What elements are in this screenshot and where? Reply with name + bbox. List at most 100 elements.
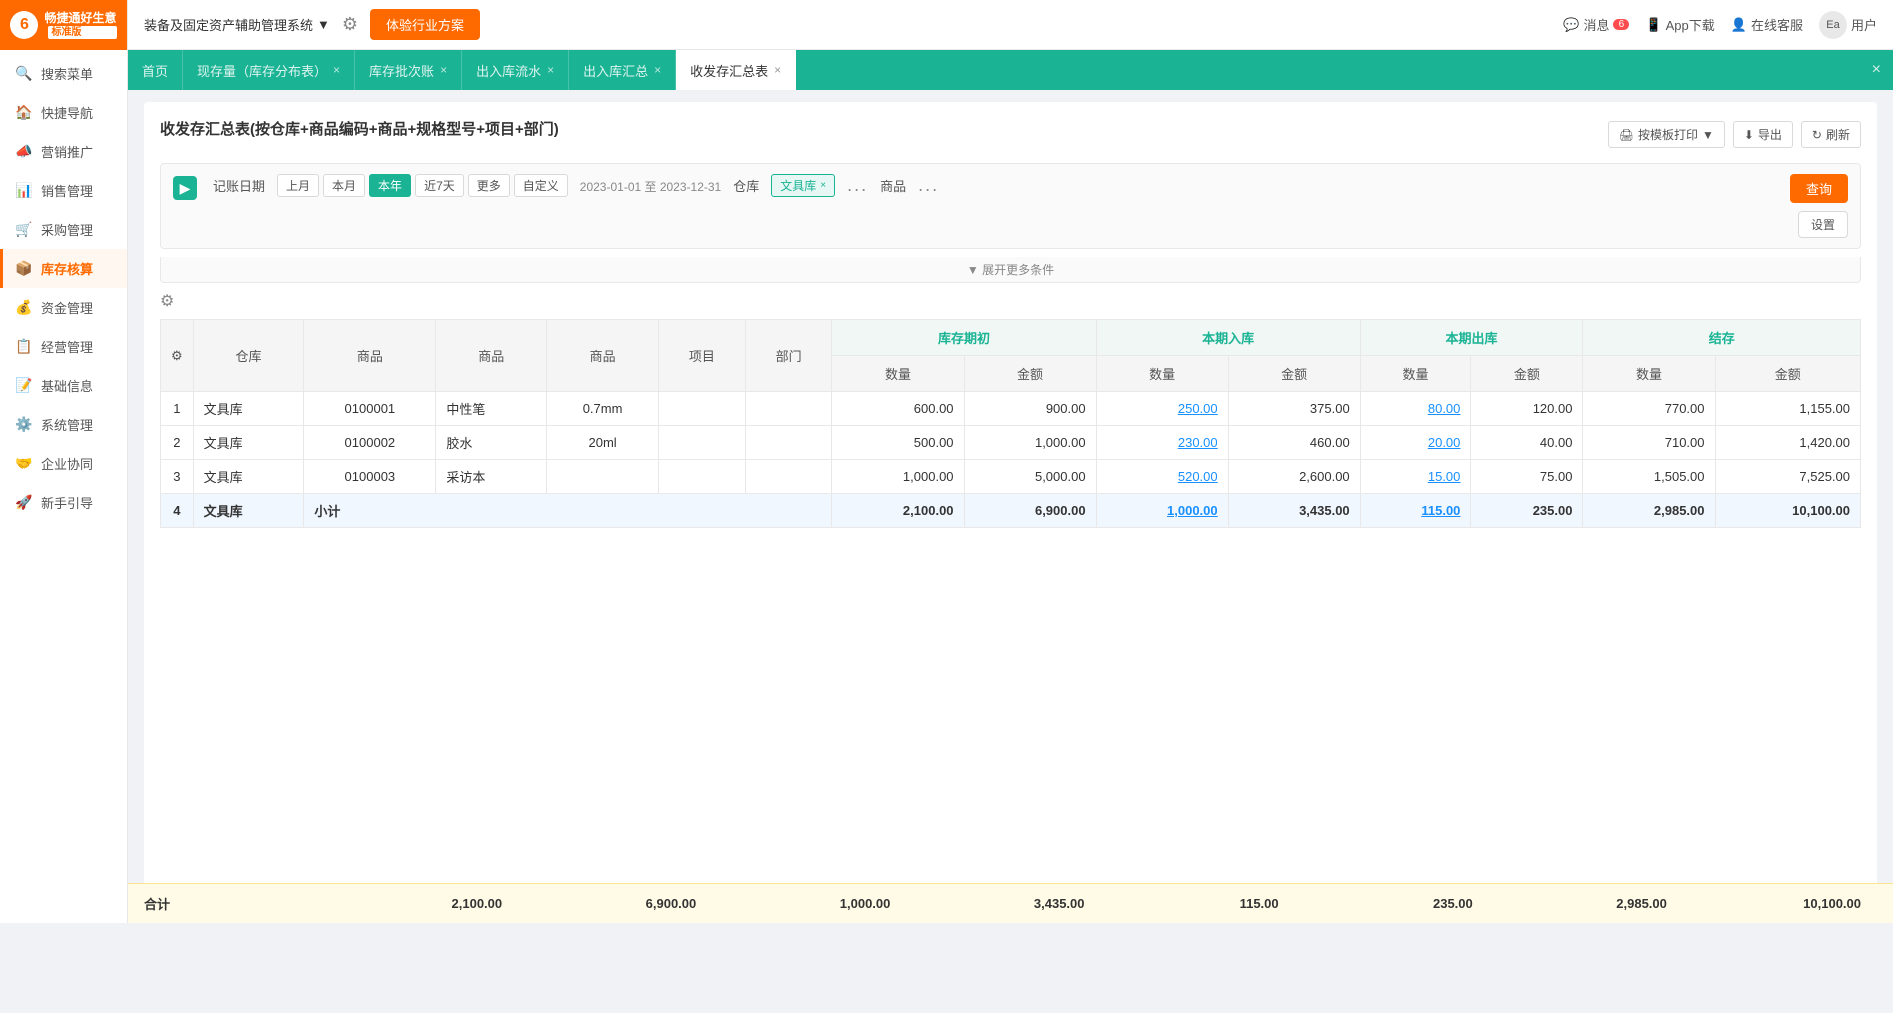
tab-batch-close[interactable]: ×	[440, 63, 447, 77]
warehouse-tag-close[interactable]: ×	[820, 180, 826, 191]
trial-button[interactable]: 体验行业方案	[370, 9, 480, 40]
warehouse-tag: 文具库 ×	[771, 174, 835, 197]
sidebar-item-purchase[interactable]: 🛒 采购管理	[0, 210, 127, 249]
tab-flow-label: 出入库流水	[476, 61, 541, 80]
messages-item[interactable]: 💬 消息 6	[1563, 15, 1629, 34]
tab-bar-close-btn[interactable]: ×	[1860, 61, 1893, 79]
sidebar-item-operation[interactable]: 📋 经营管理	[0, 327, 127, 366]
system-name-dropdown[interactable]: 装备及固定资产辅助管理系统 ▼	[144, 15, 330, 34]
sidebar-item-finance[interactable]: 💰 资金管理	[0, 288, 127, 327]
sidebar-item-search[interactable]: 🔍 搜索菜单	[0, 54, 127, 93]
row-project	[659, 460, 746, 494]
sidebar-item-collab[interactable]: 🤝 企业协同	[0, 444, 127, 483]
row-in-amount: 375.00	[1228, 392, 1360, 426]
tab-inventory-dist-close[interactable]: ×	[333, 63, 340, 77]
subtotal-out-qty[interactable]: 115.00	[1360, 494, 1471, 528]
row-product-spec: 20ml	[547, 426, 659, 460]
date-btn-7days[interactable]: 近7天	[415, 174, 464, 197]
col-product-code: 商品	[304, 320, 436, 392]
subtotal-warehouse: 文具库	[193, 494, 304, 528]
row-product-name: 胶水	[436, 426, 547, 460]
date-btn-this-year[interactable]: 本年	[369, 174, 411, 197]
operation-icon: 📋	[15, 338, 33, 355]
goods-more-dots[interactable]: ...	[918, 175, 939, 196]
col-init-amount: 金额	[964, 356, 1096, 392]
col-in-amount: 金额	[1228, 356, 1360, 392]
collab-icon: 🤝	[15, 455, 33, 472]
subtotal-label: 小计	[304, 494, 832, 528]
subtotal-in-amount: 3,435.00	[1228, 494, 1360, 528]
row-product-code: 0100001	[304, 392, 436, 426]
row-init-amount: 900.00	[964, 392, 1096, 426]
tab-home-label: 首页	[142, 61, 168, 80]
sidebar-item-finance-label: 资金管理	[41, 298, 93, 317]
sidebar-item-nav-label: 快捷导航	[41, 103, 93, 122]
row-in-qty[interactable]: 230.00	[1096, 426, 1228, 460]
settings-icon[interactable]: ⚙	[342, 14, 358, 35]
refresh-button[interactable]: ↻ 刷新	[1801, 121, 1861, 148]
table-row: 3 文具库 0100003 采访本 1,000.00 5,000.00 520.…	[161, 460, 1861, 494]
row-init-qty: 500.00	[832, 426, 964, 460]
sidebar-item-system[interactable]: ⚙️ 系统管理	[0, 405, 127, 444]
expand-more-icon: ▼	[967, 263, 979, 277]
query-button[interactable]: 查询	[1790, 174, 1848, 203]
row-department	[745, 460, 832, 494]
row-out-qty[interactable]: 80.00	[1360, 392, 1471, 426]
sidebar-item-nav[interactable]: 🏠 快捷导航	[0, 93, 127, 132]
print-button[interactable]: 🖨 按模板打印 ▼	[1608, 121, 1725, 148]
tab-summary[interactable]: 出入库汇总 ×	[569, 50, 676, 90]
row-in-qty[interactable]: 250.00	[1096, 392, 1228, 426]
tab-batch[interactable]: 库存批次账 ×	[355, 50, 462, 90]
subtotal-in-qty[interactable]: 1,000.00	[1096, 494, 1228, 528]
tab-receive-send-close[interactable]: ×	[774, 63, 781, 77]
date-btn-last-month[interactable]: 上月	[277, 174, 319, 197]
filter-bar: ▶ 记账日期 上月 本月 本年 近7天 更多 自定义 2023-01-01 至 …	[160, 163, 1861, 249]
filter-row: 记账日期 上月 本月 本年 近7天 更多 自定义 2023-01-01 至 20…	[213, 174, 1774, 197]
tab-receive-send[interactable]: 收发存汇总表 ×	[676, 50, 796, 90]
app-download-item[interactable]: 📱 App下载	[1645, 15, 1714, 34]
sidebar-item-basic[interactable]: 📝 基础信息	[0, 366, 127, 405]
date-btn-custom[interactable]: 自定义	[514, 174, 568, 197]
online-service-item[interactable]: 👤 在线客服	[1731, 15, 1803, 34]
warehouse-more-dots[interactable]: ...	[847, 175, 868, 196]
row-warehouse: 文具库	[193, 392, 304, 426]
filter-expand-button[interactable]: ▶	[173, 176, 197, 200]
date-btn-more[interactable]: 更多	[468, 174, 510, 197]
row-out-qty[interactable]: 15.00	[1360, 460, 1471, 494]
row-bal-amount: 1,420.00	[1715, 426, 1861, 460]
system-name-text: 装备及固定资产辅助管理系统	[144, 15, 313, 34]
sidebar-item-inventory-label: 库存核算	[41, 259, 93, 278]
sidebar-item-marketing[interactable]: 📣 营销推广	[0, 132, 127, 171]
row-bal-amount: 7,525.00	[1715, 460, 1861, 494]
filter-settings-button[interactable]: 设置	[1798, 211, 1848, 238]
user-item[interactable]: Ea 用户	[1819, 11, 1877, 39]
sidebar-item-purchase-label: 采购管理	[41, 220, 93, 239]
purchase-icon: 🛒	[15, 221, 33, 238]
sidebar-item-guide[interactable]: 🚀 新手引导	[0, 483, 127, 522]
col-warehouse: 仓库	[193, 320, 304, 392]
row-in-qty[interactable]: 520.00	[1096, 460, 1228, 494]
tab-summary-close[interactable]: ×	[654, 63, 661, 77]
tab-inventory-dist-label: 现存量（库存分布表）	[197, 61, 327, 80]
expand-more-label: 展开更多条件	[982, 263, 1054, 277]
tab-inventory-dist[interactable]: 现存量（库存分布表） ×	[183, 50, 355, 90]
tab-receive-send-label: 收发存汇总表	[690, 61, 768, 80]
col-project: 项目	[659, 320, 746, 392]
system-icon: ⚙️	[15, 416, 33, 433]
col-group-inventory-start: 库存期初	[832, 320, 1096, 356]
date-btn-this-month[interactable]: 本月	[323, 174, 365, 197]
expand-more-bar[interactable]: ▼ 展开更多条件	[160, 257, 1861, 283]
tab-flow-close[interactable]: ×	[547, 63, 554, 77]
export-button[interactable]: ⬇ 导出	[1733, 121, 1793, 148]
table-settings-icon[interactable]: ⚙	[160, 291, 174, 311]
row-out-qty[interactable]: 20.00	[1360, 426, 1471, 460]
tab-flow[interactable]: 出入库流水 ×	[462, 50, 569, 90]
total-out-qty: 115.00	[1101, 896, 1295, 911]
subtotal-bal-amount: 10,100.00	[1715, 494, 1861, 528]
sales-icon: 📊	[15, 182, 33, 199]
sidebar-item-sales[interactable]: 📊 销售管理	[0, 171, 127, 210]
tab-home[interactable]: 首页	[128, 50, 183, 90]
sidebar-item-inventory[interactable]: 📦 库存核算	[0, 249, 127, 288]
col-bal-amount: 金额	[1715, 356, 1861, 392]
sidebar-item-system-label: 系统管理	[41, 415, 93, 434]
